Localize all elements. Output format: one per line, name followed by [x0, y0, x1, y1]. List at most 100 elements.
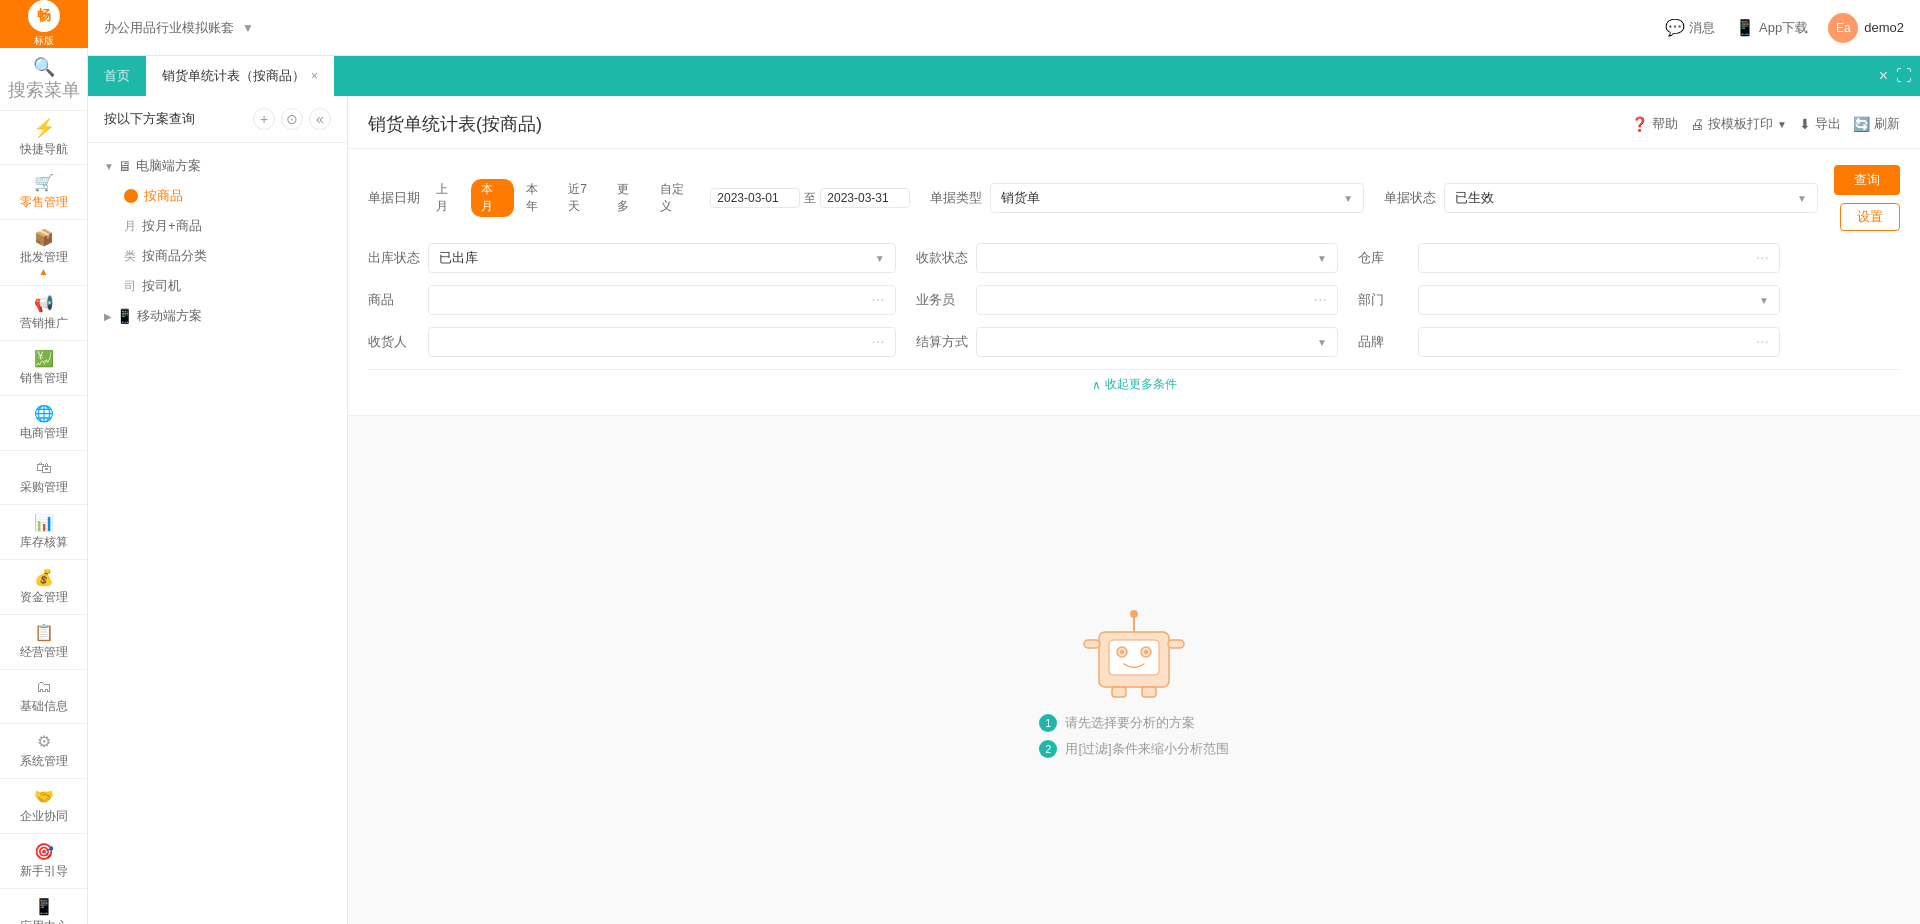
tab-sales-stat[interactable]: 销货单统计表（按商品） ×: [146, 56, 334, 96]
sidebar-item-newbie[interactable]: 🎯 新手引导: [0, 833, 87, 888]
collapse-button[interactable]: ∧ 收起更多条件: [1092, 376, 1177, 393]
date-tab-more[interactable]: 更多: [609, 179, 648, 217]
message-icon: 💬: [1665, 18, 1685, 37]
doc-status-value: 已生效: [1455, 189, 1494, 207]
date-from-input[interactable]: [710, 188, 800, 208]
scheme-by-product[interactable]: 按商品: [108, 181, 347, 211]
settings-button[interactable]: 设置: [1840, 203, 1900, 231]
scheme-product-category[interactable]: 类 按商品分类: [108, 241, 347, 271]
receiver-dots[interactable]: ···: [871, 333, 884, 351]
quick-nav-label: 快捷导航: [20, 141, 68, 158]
product-category-label: 按商品分类: [142, 247, 207, 265]
scheme-month-product[interactable]: 月 按月+商品: [108, 211, 347, 241]
warehouse-input[interactable]: ···: [1418, 243, 1780, 273]
sidebar-item-ecommerce[interactable]: 🌐 电商管理: [0, 395, 87, 450]
settlement-control: ▼: [976, 327, 1338, 357]
export-button[interactable]: ⬇ 导出: [1799, 115, 1841, 133]
sidebar: 畅 标版 🔍 搜索菜单 ⚡ 快捷导航 🛒 零售管理 📦 批发管理 ▲ 📢 营销推…: [0, 0, 88, 924]
retail-icon: 🛒: [34, 173, 54, 192]
date-to-input[interactable]: [820, 188, 910, 208]
app-title-dropdown[interactable]: ▼: [242, 21, 254, 35]
sidebar-item-sales[interactable]: 💹 销售管理: [0, 340, 87, 395]
sidebar-item-enterprise[interactable]: 🤝 企业协同: [0, 778, 87, 833]
sidebar-item-retail[interactable]: 🛒 零售管理: [0, 164, 87, 219]
warehouse-label: 仓库: [1358, 249, 1418, 267]
sidebar-item-wholesale[interactable]: 📦 批发管理 ▲: [0, 219, 87, 285]
tab-home[interactable]: 首页: [88, 56, 146, 96]
doc-status-dropdown[interactable]: 已生效 ▼: [1444, 183, 1818, 213]
salesperson-input[interactable]: ···: [976, 285, 1338, 315]
payment-status-dropdown[interactable]: ▼: [976, 243, 1338, 273]
tab-close-button[interactable]: ×: [311, 69, 318, 83]
print-icon: 🖨: [1690, 116, 1704, 132]
settlement-dropdown[interactable]: ▼: [976, 327, 1338, 357]
help-button[interactable]: ❓ 帮助: [1631, 115, 1678, 133]
message-label: 消息: [1689, 19, 1715, 37]
print-button[interactable]: 🖨 按模板打印 ▼: [1690, 115, 1787, 133]
dept-arrow: ▼: [1759, 295, 1769, 306]
filter-area: 单据日期 上月 本月 本年 近7天 更多 自定义: [348, 149, 1920, 416]
marketing-icon: 📢: [34, 294, 54, 313]
sidebar-item-inventory[interactable]: 📊 库存核算: [0, 504, 87, 559]
dept-dropdown[interactable]: ▼: [1418, 285, 1780, 315]
filter-row-4: 收货人 ··· 结算方式 ▼: [368, 327, 1900, 357]
user-name: demo2: [1864, 20, 1904, 35]
warehouse-dots[interactable]: ···: [1756, 249, 1769, 267]
search-menu[interactable]: 🔍 搜索菜单: [0, 48, 87, 111]
sidebar-item-base[interactable]: 🗂 基础信息: [0, 669, 87, 723]
sidebar-item-system[interactable]: ⚙ 系统管理: [0, 723, 87, 778]
product-input[interactable]: ···: [428, 285, 896, 315]
quick-nav[interactable]: ⚡ 快捷导航: [0, 111, 87, 164]
refresh-icon: 🔄: [1853, 116, 1870, 132]
filter-settlement: 结算方式 ▼: [916, 327, 1338, 357]
add-scheme-button[interactable]: +: [253, 108, 275, 130]
date-tab-this-year[interactable]: 本年: [518, 179, 557, 217]
tree-item-mobile[interactable]: ▶ 📱 移动端方案: [88, 301, 347, 331]
sidebar-item-marketing[interactable]: 📢 营销推广: [0, 285, 87, 340]
doc-type-label: 单据类型: [930, 189, 990, 207]
salesperson-dots[interactable]: ···: [1314, 291, 1327, 309]
sidebar-item-apps[interactable]: 📱 应用中心: [0, 888, 87, 924]
filter-row-3: 商品 ··· 业务员 ···: [368, 285, 1900, 315]
topbar: 办公用品行业模拟账套 ▼ 💬 消息 📱 App下载 Ea demo2: [88, 0, 1920, 56]
settings-scheme-button[interactable]: ⊙: [281, 108, 303, 130]
date-tab-custom[interactable]: 自定义: [652, 179, 702, 217]
receiver-input[interactable]: ···: [428, 327, 896, 357]
tab-expand-button[interactable]: ⛶: [1896, 67, 1912, 85]
filter-date: 单据日期 上月 本月 本年 近7天 更多 自定义: [368, 179, 910, 217]
date-tab-7days[interactable]: 近7天: [560, 179, 605, 217]
user-avatar: Ea: [1828, 13, 1858, 43]
tab-close-all-button[interactable]: ×: [1879, 67, 1888, 85]
out-status-label: 出库状态: [368, 249, 428, 267]
out-status-dropdown[interactable]: 已出库 ▼: [428, 243, 896, 273]
doc-type-dropdown[interactable]: 销货单 ▼: [990, 183, 1364, 213]
date-tab-this-month[interactable]: 本月: [471, 179, 514, 217]
salesperson-control: ···: [976, 285, 1338, 315]
query-button[interactable]: 查询: [1834, 165, 1900, 195]
apps-icon: 📱: [34, 897, 54, 916]
app-logo[interactable]: 畅 标版: [0, 0, 88, 48]
app-download-button[interactable]: 📱 App下载: [1735, 18, 1808, 37]
filter-out-status: 出库状态 已出库 ▼: [368, 243, 896, 273]
brand-input[interactable]: ···: [1418, 327, 1780, 357]
marketing-label: 营销推广: [20, 315, 68, 332]
message-button[interactable]: 💬 消息: [1665, 18, 1715, 37]
date-tab-prev-month[interactable]: 上月: [428, 179, 467, 217]
tree-item-pc[interactable]: ▼ 🖥 电脑端方案: [88, 151, 347, 181]
main-container: 办公用品行业模拟账套 ▼ 💬 消息 📱 App下载 Ea demo2 首页 销货…: [88, 0, 1920, 924]
collapse-panel-button[interactable]: «: [309, 108, 331, 130]
refresh-button[interactable]: 🔄 刷新: [1853, 115, 1900, 133]
brand-dots[interactable]: ···: [1756, 333, 1769, 351]
scheme-by-warehouse[interactable]: 司 按司机: [108, 271, 347, 301]
product-dots[interactable]: ···: [871, 291, 884, 309]
sidebar-item-operations[interactable]: 📋 经营管理: [0, 614, 87, 669]
user-menu[interactable]: Ea demo2: [1828, 13, 1904, 43]
scheme-tree: ▼ 🖥 电脑端方案 按商品 月 按月+商品 类 按商品分类: [88, 143, 347, 339]
date-tabs: 上月 本月 本年 近7天 更多 自定义: [428, 179, 702, 217]
system-icon: ⚙: [37, 732, 51, 751]
sidebar-item-finance[interactable]: 💰 资金管理: [0, 559, 87, 614]
by-product-label: 按商品: [144, 187, 183, 205]
svg-rect-10: [1112, 687, 1126, 697]
page-header-actions: ❓ 帮助 🖨 按模板打印 ▼ ⬇ 导出 🔄 刷新: [1631, 115, 1900, 133]
sidebar-item-purchase[interactable]: 🛍 采购管理: [0, 450, 87, 504]
